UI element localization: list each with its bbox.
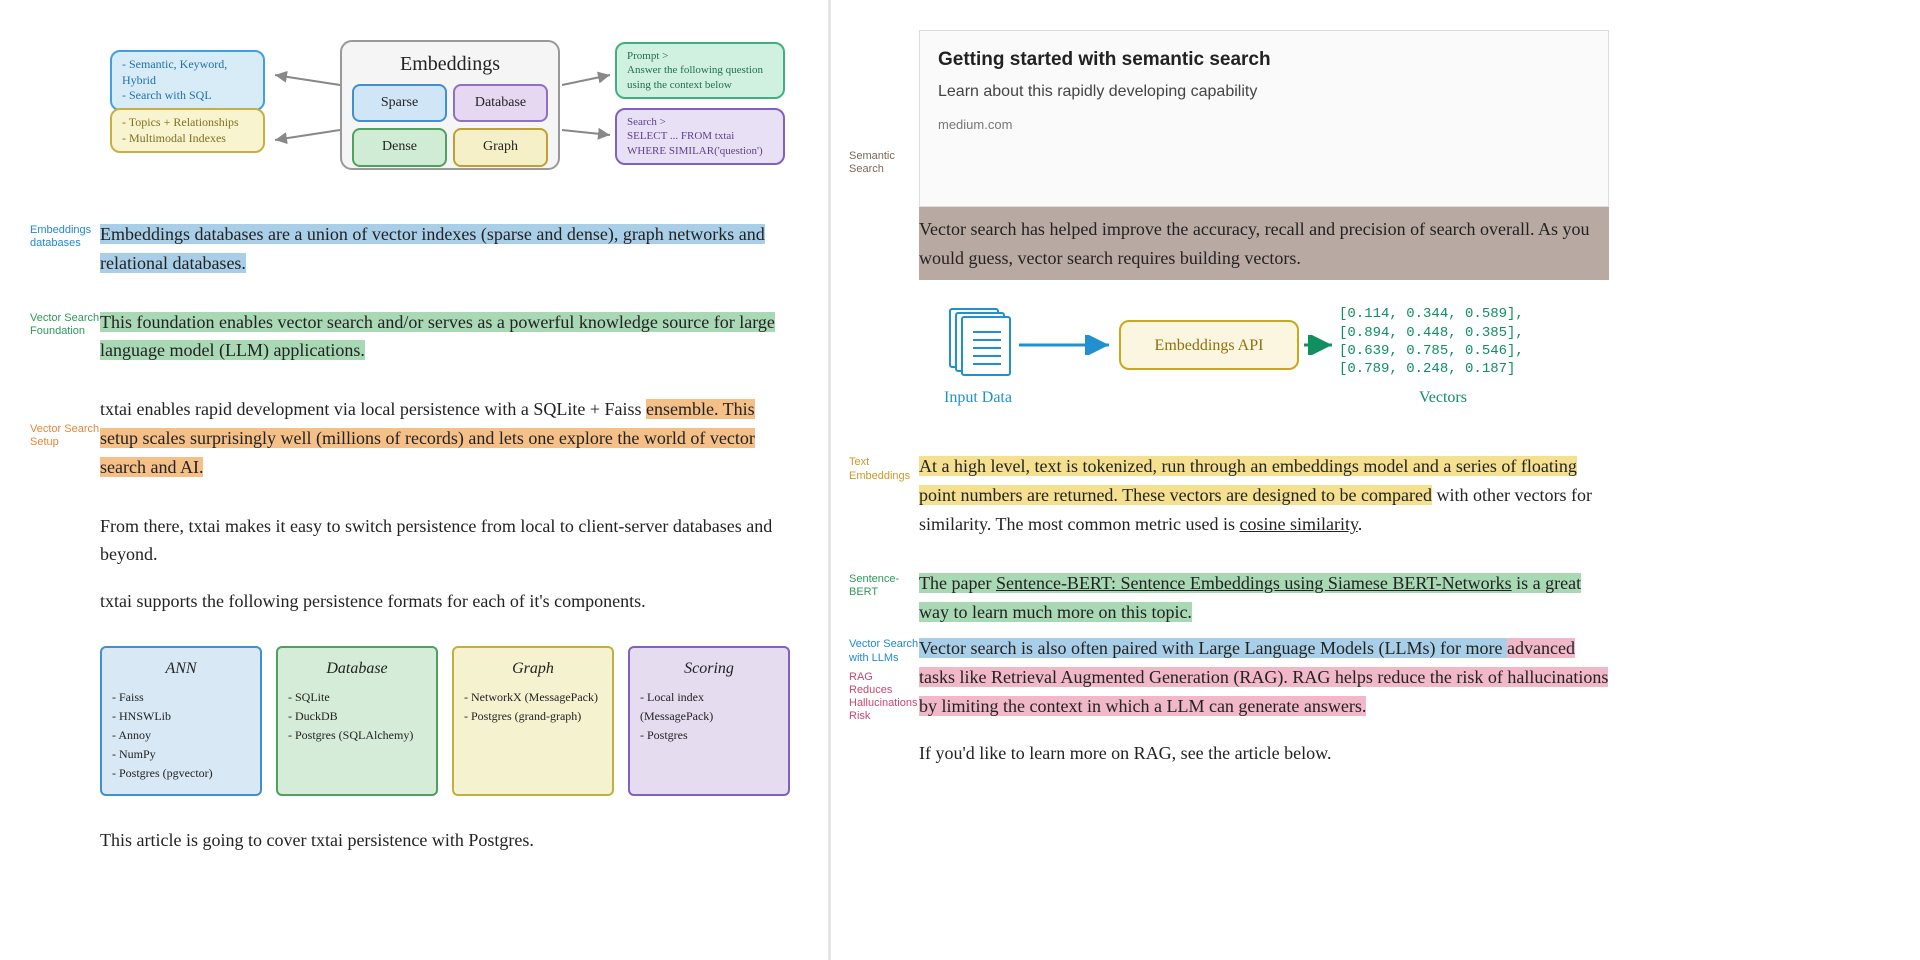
- storage-ann: ANN FaissHNSWLibAnnoyNumPyPostgres (pgve…: [100, 646, 262, 796]
- link-cosine[interactable]: cosine similarity: [1239, 514, 1357, 534]
- right-para-1: Vector search has helped improve the acc…: [919, 215, 1609, 273]
- para-row-r5: If you'd like to learn more on RAG, see …: [849, 739, 1609, 786]
- caption-input: Input Data: [944, 385, 1012, 411]
- semantic-search-row: Semantic Search Getting started with sem…: [849, 30, 1609, 440]
- inner-graph: Graph: [453, 128, 548, 166]
- vec-llm-row: Vector Search with LLMs RAG Reduces Hall…: [849, 634, 1609, 738]
- storage-database: Database SQLiteDuckDBPostgres (SQLAlchem…: [276, 646, 438, 796]
- sbert-row: Sentence-BERT The paper Sentence-BERT: S…: [849, 569, 1609, 633]
- page-divider: [828, 0, 831, 960]
- diagram-title: Embeddings: [342, 42, 558, 84]
- api-box: Embeddings API: [1119, 320, 1299, 370]
- label-vec-llm: Vector Search with LLMs: [849, 638, 919, 664]
- label-rag: RAG Reduces Hallucinations Risk: [849, 671, 919, 724]
- para-3: txtai enables rapid development via loca…: [100, 395, 790, 481]
- para-2: This foundation enables vector search an…: [100, 308, 790, 366]
- inner-sparse: Sparse: [352, 84, 447, 122]
- storage-scoring: Scoring Local index (MessagePack)Postgre…: [628, 646, 790, 796]
- para-row-1: Embeddings databases Embeddings database…: [30, 220, 790, 296]
- diagram-box-topics: - Topics + Relationships - Multimodal In…: [110, 108, 265, 153]
- label-vector-foundation: Vector Search Foundation: [30, 308, 100, 338]
- inner-database: Database: [453, 84, 548, 122]
- para-4: From there, txtai makes it easy to switc…: [100, 512, 790, 570]
- card-domain: medium.com: [938, 115, 1590, 136]
- label-embeddings-db: Embeddings databases: [30, 220, 100, 250]
- storage-grid: ANN FaissHNSWLibAnnoyNumPyPostgres (pgve…: [100, 646, 790, 796]
- para-6: This article is going to cover txtai per…: [100, 826, 790, 855]
- right-para-4: Vector search is also often paired with …: [919, 634, 1609, 720]
- label-text-embeddings: Text Embeddings: [849, 452, 919, 482]
- right-para-5: If you'd like to learn more on RAG, see …: [919, 739, 1609, 768]
- caption-vectors: Vectors: [1419, 385, 1467, 411]
- left-page: - Semantic, Keyword, Hybrid - Search wit…: [30, 0, 810, 960]
- diagram-box-prompt: Prompt > Answer the following question u…: [615, 42, 785, 99]
- embeddings-diagram: - Semantic, Keyword, Hybrid - Search wit…: [100, 30, 790, 200]
- label-semantic-search: Semantic Search: [849, 30, 919, 176]
- storage-graph: Graph NetworkX (MessagePack)Postgres (gr…: [452, 646, 614, 796]
- label-vector-setup: Vector Search Setup: [30, 395, 100, 449]
- para-row-2: Vector Search Foundation This foundation…: [30, 308, 790, 384]
- para-5: txtai supports the following persistence…: [100, 587, 790, 616]
- text-emb-row: Text Embeddings At a high level, text is…: [849, 452, 1609, 556]
- card-title: Getting started with semantic search: [938, 45, 1590, 75]
- link-sbert[interactable]: Sentence-BERT: Sentence Embeddings using…: [996, 573, 1512, 593]
- diagram-center: Embeddings Sparse Database Dense Graph: [340, 40, 560, 170]
- link-card[interactable]: Getting started with semantic search Lea…: [919, 30, 1609, 207]
- right-para-2: At a high level, text is tokenized, run …: [919, 452, 1609, 538]
- vector-output: [0.114, 0.344, 0.589],[0.894, 0.448, 0.3…: [1339, 305, 1524, 378]
- diagram-box-semantic: - Semantic, Keyword, Hybrid - Search wit…: [110, 50, 265, 111]
- inner-dense: Dense: [352, 128, 447, 166]
- diagram-box-search: Search > SELECT ... FROM txtai WHERE SIM…: [615, 108, 785, 165]
- para-row-3: Vector Search Setup txtai enables rapid …: [30, 395, 790, 499]
- card-subtitle: Learn about this rapidly developing capa…: [938, 79, 1590, 105]
- right-page: Semantic Search Getting started with sem…: [849, 0, 1629, 960]
- para-row-6: This article is going to cover txtai per…: [30, 826, 790, 873]
- label-sbert: Sentence-BERT: [849, 569, 919, 599]
- right-para-3: The paper Sentence-BERT: Sentence Embedd…: [919, 569, 1609, 627]
- para-row-4: From there, txtai makes it easy to switc…: [30, 512, 790, 634]
- api-diagram: Embeddings API [0.114, 0.344, 0.589],[0.…: [919, 300, 1609, 430]
- para-1: Embeddings databases are a union of vect…: [100, 220, 790, 278]
